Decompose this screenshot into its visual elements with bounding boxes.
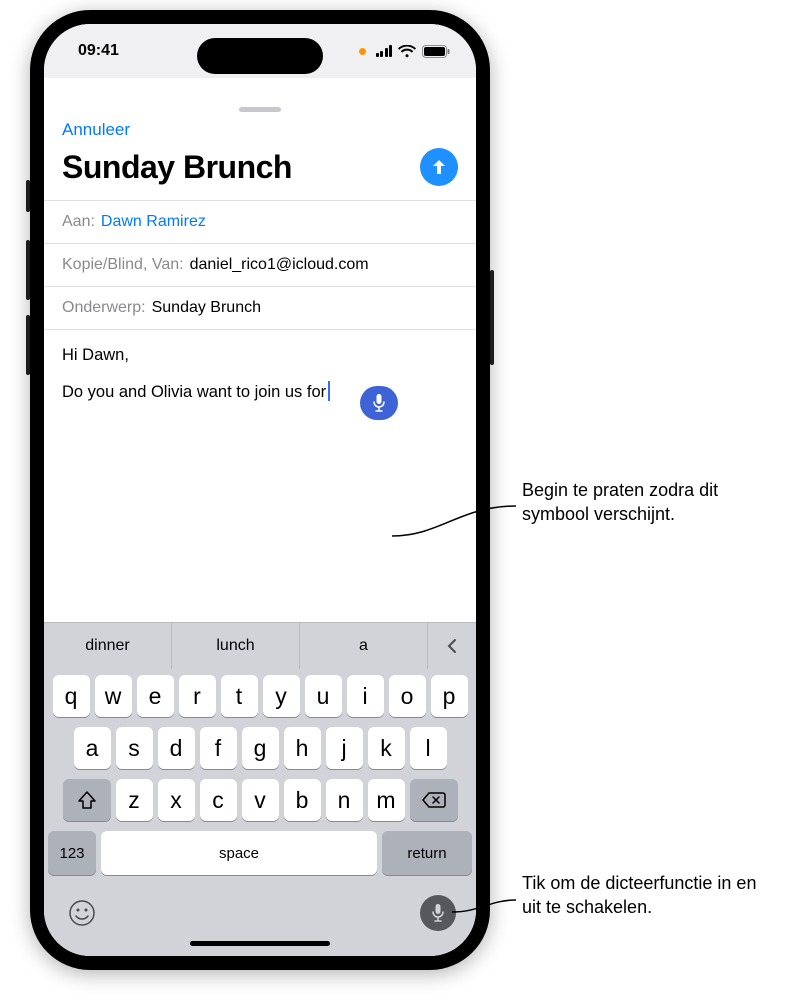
dynamic-island	[197, 38, 323, 74]
callout-dictation-toggle: Tik om de dicteerfunctie in en uit te sc…	[522, 871, 762, 920]
callout-dictation-badge: Begin te praten zodra dit symbool versch…	[522, 478, 762, 527]
